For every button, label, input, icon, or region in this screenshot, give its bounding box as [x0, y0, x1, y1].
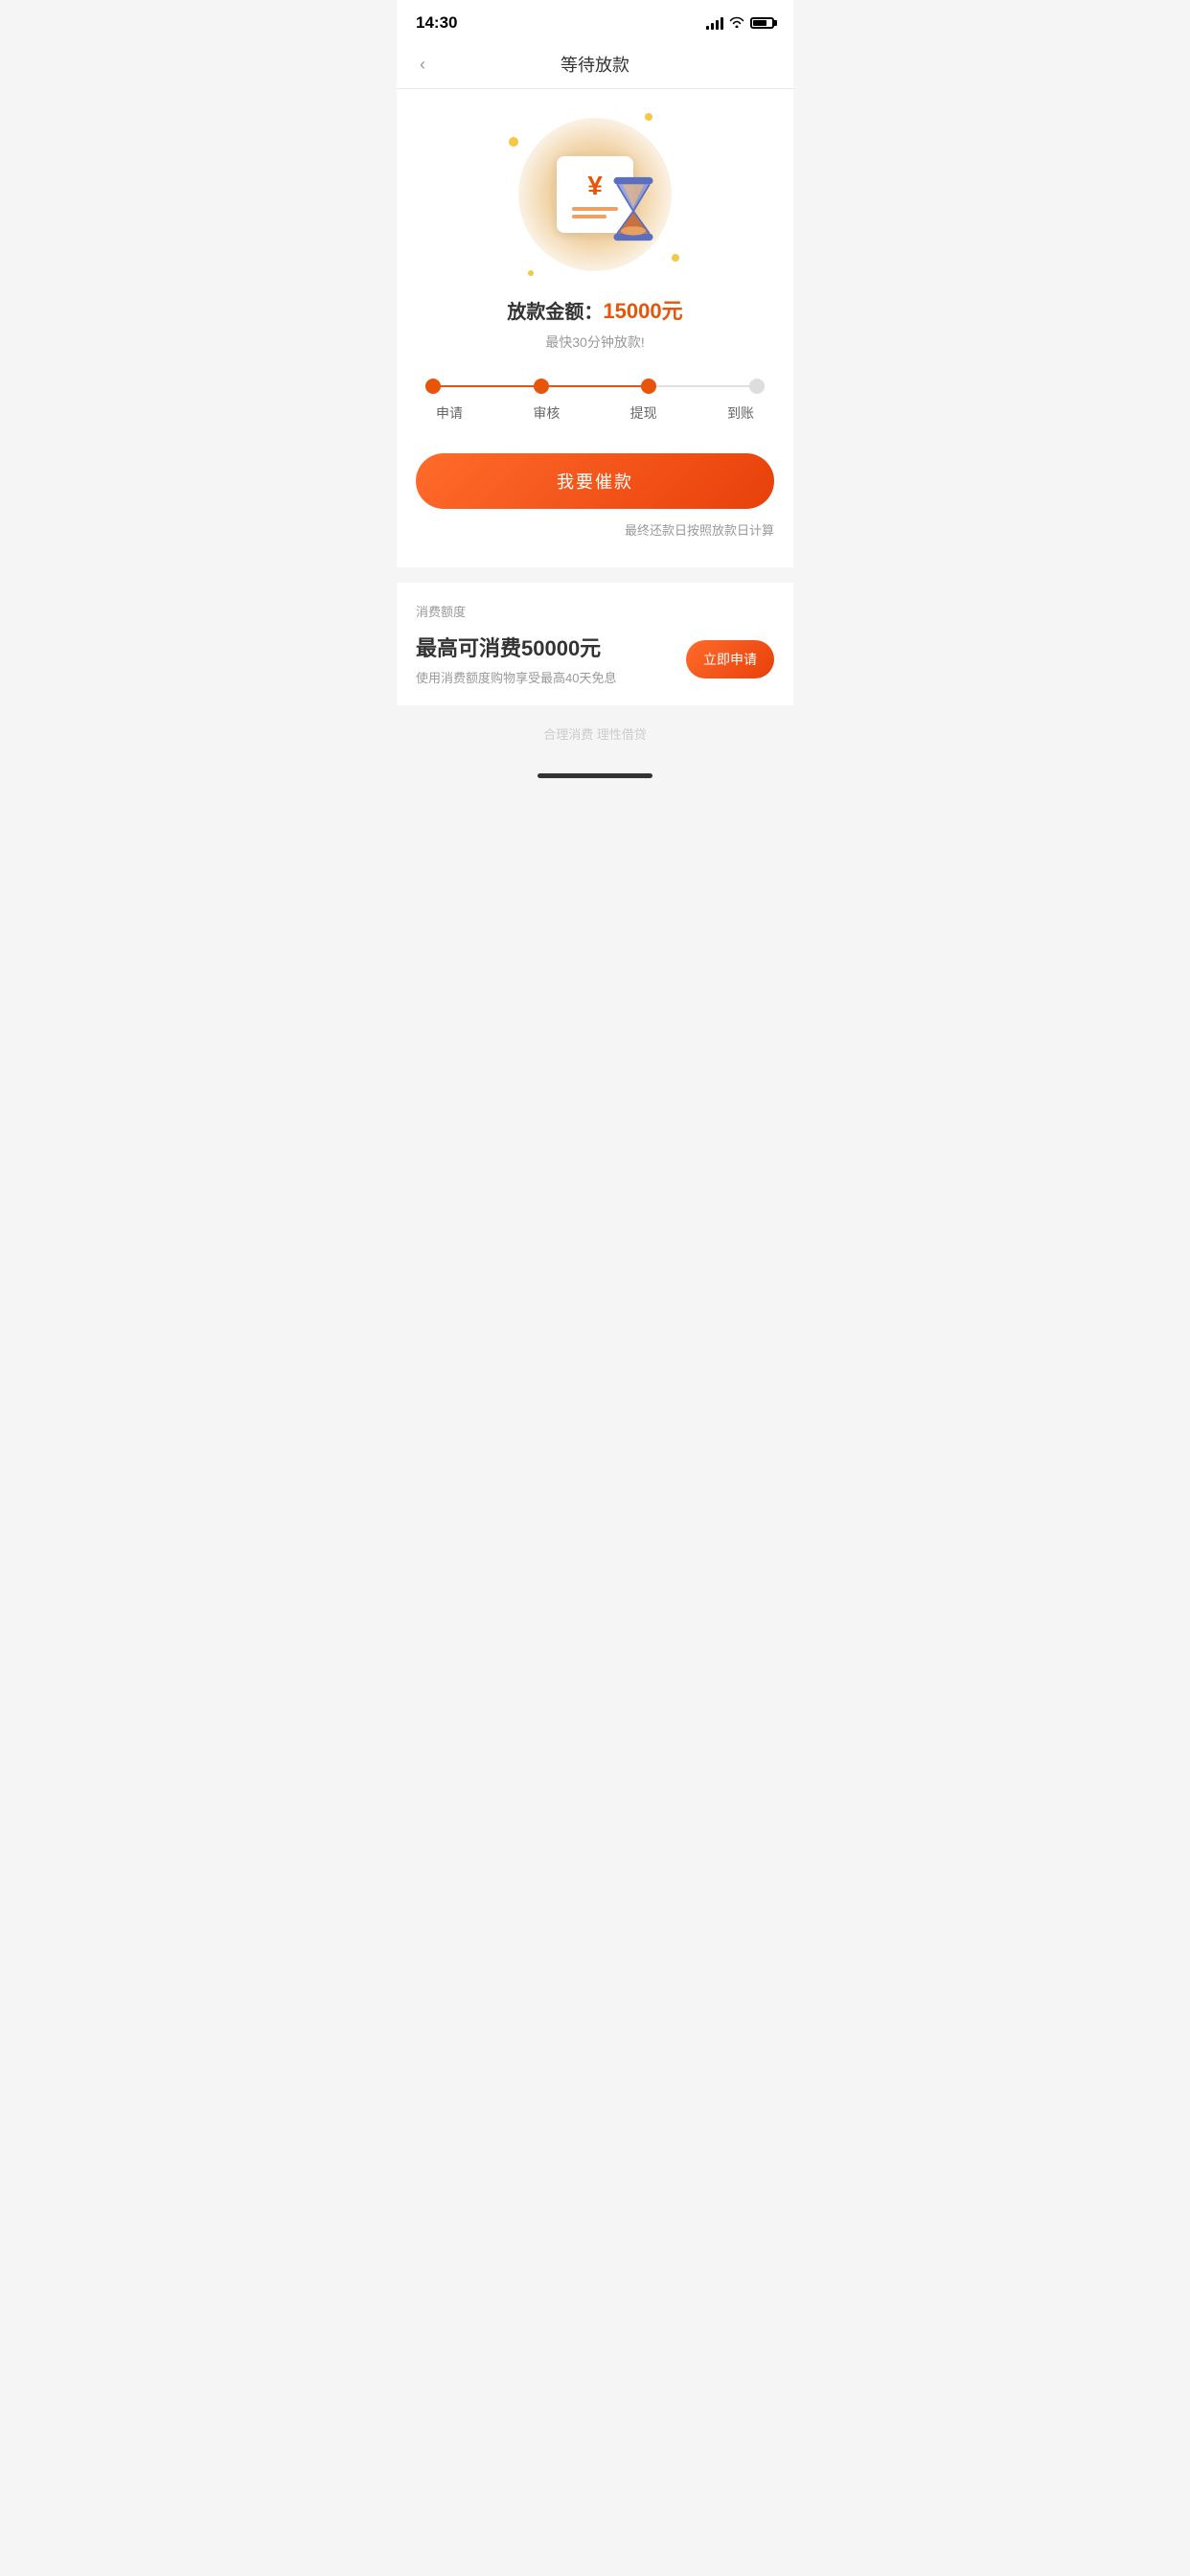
decoration-dot-4 — [528, 270, 534, 276]
progress-label-4: 到账 — [717, 403, 765, 423]
page-title: 等待放款 — [561, 52, 629, 77]
battery-icon — [750, 17, 774, 29]
card-line-short — [572, 215, 606, 218]
promo-section: 消费额度 最高可消费50000元 使用消费额度购物享受最高40天免息 立即申请 — [397, 583, 793, 705]
decoration-dot-1 — [509, 137, 518, 147]
promo-text: 最高可消费50000元 使用消费额度购物享受最高40天免息 — [416, 632, 675, 686]
decoration-dot-3 — [672, 254, 679, 262]
amount-subtitle: 最快30分钟放款! — [416, 333, 774, 352]
section-divider — [397, 567, 793, 575]
illustration-circle: ¥ — [518, 118, 672, 271]
amount-value: 15000元 — [603, 299, 682, 323]
back-button[interactable]: ‹ — [416, 51, 429, 79]
amount-section: 放款金额：15000元 最快30分钟放款! — [416, 294, 774, 352]
cta-button[interactable]: 我要催款 — [416, 453, 774, 509]
yuan-symbol: ¥ — [587, 171, 603, 201]
nav-bar: ‹ 等待放款 — [397, 40, 793, 89]
promo-tag: 消费额度 — [416, 602, 774, 620]
progress-label-3: 提现 — [620, 403, 668, 423]
main-content: ¥ — [397, 89, 793, 567]
progress-section: 申请 审核 提现 到账 — [416, 379, 774, 423]
promo-content: 最高可消费50000元 使用消费额度购物享受最高40天免息 立即申请 — [416, 632, 774, 686]
status-icons — [706, 15, 774, 31]
progress-step-4 — [749, 379, 765, 394]
progress-track — [425, 379, 765, 394]
status-bar: 14:30 — [397, 0, 793, 40]
status-time: 14:30 — [416, 13, 457, 33]
home-bar — [538, 773, 652, 778]
decoration-dot-2 — [645, 113, 652, 121]
illustration-container: ¥ — [416, 118, 774, 271]
disclaimer-text: 最终还款日按照放款日计算 — [416, 520, 774, 539]
promo-title: 最高可消费50000元 — [416, 632, 675, 662]
progress-step-3 — [641, 379, 656, 394]
progress-label-2: 审核 — [522, 403, 570, 423]
signal-icon — [706, 16, 723, 30]
hourglass-icon — [605, 175, 662, 247]
progress-step-2 — [534, 379, 549, 394]
promo-subtitle: 使用消费额度购物享受最高40天免息 — [416, 668, 675, 686]
amount-label: 放款金额：15000元 — [416, 294, 774, 325]
home-indicator — [397, 762, 793, 790]
wifi-icon — [729, 15, 744, 31]
progress-labels: 申请 审核 提现 到账 — [425, 403, 765, 423]
promo-apply-button[interactable]: 立即申请 — [686, 640, 774, 678]
progress-step-1 — [425, 379, 441, 394]
footer-text: 合理消费 理性借贷 — [397, 705, 793, 762]
progress-label-1: 申请 — [425, 403, 473, 423]
illustration-inner: ¥ — [557, 156, 633, 233]
